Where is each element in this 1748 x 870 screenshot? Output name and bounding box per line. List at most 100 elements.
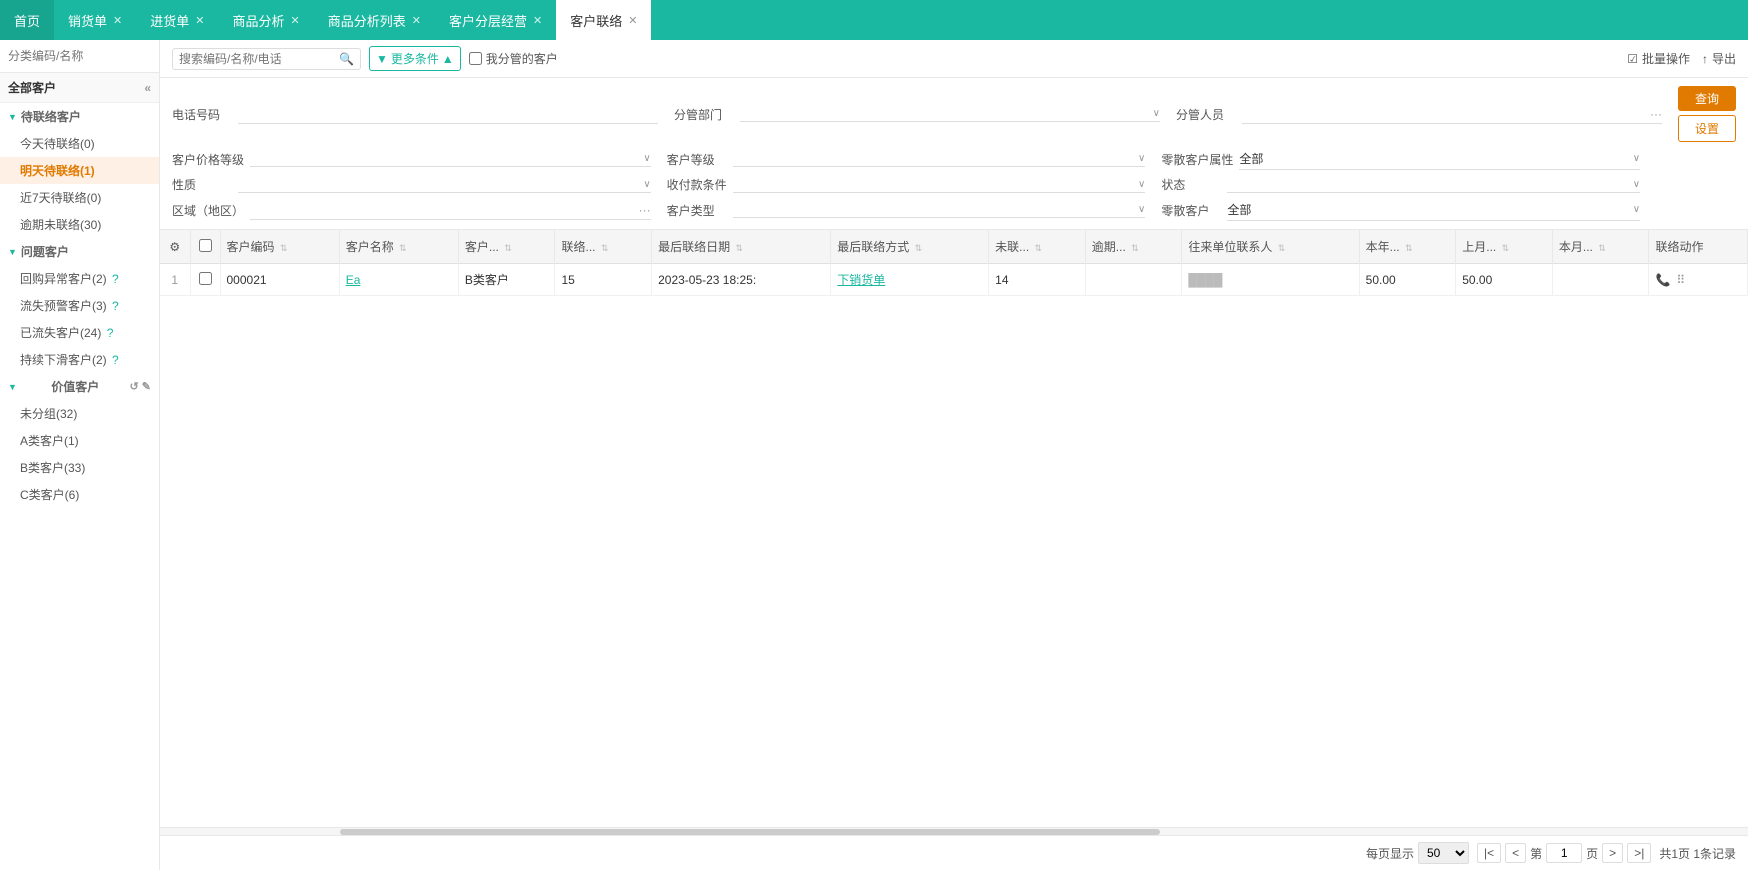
nav-sales-order[interactable]: 销货单 ✕ [54,0,136,40]
col-contact[interactable]: 联络... ⇅ [555,230,652,264]
filter-row-3: 性质 ∨ 收付款条件 ∨ 状态 [172,176,1736,193]
col-checkbox[interactable] [190,230,220,264]
sidebar-search-input[interactable] [8,49,160,63]
group-value-customers[interactable]: 价值客户 ↺ ✎ [0,373,159,400]
customer-level-select[interactable]: ∨ [733,151,1146,167]
status-select[interactable]: ∨ [1227,177,1640,193]
first-page-button[interactable]: |< [1477,843,1501,863]
retail-customer-label: 零散客户 [1161,202,1221,219]
cell-no-contact: 14 [989,264,1086,296]
group-problem-customers[interactable]: 问题客户 [0,238,159,265]
horizontal-scrollbar[interactable] [160,827,1748,835]
col-last-month[interactable]: 上月... ⇅ [1456,230,1553,264]
nav-purchase-order[interactable]: 进货单 ✕ [136,0,218,40]
region-select[interactable]: ··· [250,201,651,220]
sidebar-item-ungrouped[interactable]: 未分组(32) [0,400,159,427]
close-product-analysis[interactable]: ✕ [291,14,300,27]
select-all-checkbox[interactable] [199,239,212,252]
more-filter-button[interactable]: ▼ 更多条件 ▲ [369,46,461,71]
my-customers-checkbox-wrap[interactable]: 我分管的客户 [469,50,558,67]
phone-input[interactable] [238,105,658,124]
next-page-button[interactable]: > [1602,843,1623,863]
my-customers-checkbox[interactable] [469,52,482,65]
sort-icon-no-contact: ⇅ [1035,243,1043,253]
manage-dept-select[interactable]: ∨ [740,106,1160,122]
chevron-down-icon-4: ∨ [1633,153,1640,164]
nav-customer-tier[interactable]: 客户分层经营 ✕ [435,0,556,40]
retail-customer-value: 全部 [1227,201,1251,218]
sidebar-item-c-class[interactable]: C类客户(6) [0,481,159,508]
col-name[interactable]: 客户名称 ⇅ [339,230,458,264]
last-page-button[interactable]: >| [1627,843,1651,863]
cell-last-contact-way[interactable]: 下销货单 [831,264,989,296]
close-customer-tier[interactable]: ✕ [533,14,542,27]
nav-product-analysis-list[interactable]: 商品分析列表 ✕ [314,0,435,40]
export-button[interactable]: ↑ 导出 [1702,50,1736,67]
sidebar-item-lost[interactable]: 已流失客户(24) ? [0,319,159,346]
action-more-icon[interactable]: ⠿ [1676,273,1685,287]
retail-attr-value: 全部 [1239,150,1263,167]
sidebar-item-a-class[interactable]: A类客户(1) [0,427,159,454]
help-icon-repurchase: ? [112,272,119,286]
cell-name[interactable]: Ea [339,264,458,296]
close-product-analysis-list[interactable]: ✕ [412,14,421,27]
sidebar-item-overdue[interactable]: 逾期未联络(30) [0,211,159,238]
query-button[interactable]: 查询 [1678,86,1736,111]
col-last-contact-date[interactable]: 最后联络日期 ⇅ [652,230,831,264]
nav-product-analysis[interactable]: 商品分析 ✕ [218,0,313,40]
retail-attr-label: 零散客户属性 [1161,151,1233,168]
table-row: 1 000021 Ea B类客户 [160,264,1748,296]
scrollbar-thumb[interactable] [340,829,1160,835]
filter-nature: 性质 ∨ [172,176,651,193]
close-customer-contact[interactable]: ✕ [628,14,637,27]
batch-op-button[interactable]: ☑ 批量操作 [1627,50,1690,67]
search-input[interactable] [179,52,339,66]
sidebar-item-week[interactable]: 近7天待联络(0) [0,184,159,211]
gear-icon[interactable]: ⚙ [169,240,180,254]
col-overdue[interactable]: 逾期... ⇅ [1085,230,1182,264]
group-pending-contact[interactable]: 待联络客户 [0,103,159,130]
col-this-year[interactable]: 本年... ⇅ [1359,230,1456,264]
row-checkbox[interactable] [199,272,212,285]
all-customers-header[interactable]: 全部客户 « [0,73,159,103]
help-icon-continuous: ? [112,353,119,367]
sidebar-item-repurchase-abnormal[interactable]: 回购异常客户(2) ? [0,265,159,292]
cell-last-contact-date: 2023-05-23 18:25: [652,264,831,296]
nav-customer-contact[interactable]: 客户联络 ✕ [556,0,651,40]
sidebar-item-b-class[interactable]: B类客户(33) [0,454,159,481]
nav-home[interactable]: 首页 [0,0,54,40]
prev-page-button[interactable]: < [1505,843,1526,863]
page-input[interactable] [1546,843,1582,863]
per-page-dropdown[interactable]: 50 100 200 [1418,842,1469,864]
customer-type-select[interactable]: ∨ [733,202,1146,218]
retail-customer-select[interactable]: 全部 ∨ [1227,199,1640,221]
sidebar-item-continuous-down[interactable]: 持续下滑客户(2) ? [0,346,159,373]
reset-button[interactable]: 设置 [1678,115,1736,142]
customer-name-link[interactable]: Ea [346,273,361,287]
close-purchase-order[interactable]: ✕ [195,14,204,27]
contact-way-link[interactable]: 下销货单 [837,273,885,287]
col-prev-contact[interactable]: 往来单位联系人 ⇅ [1182,230,1359,264]
sidebar-item-today[interactable]: 今天待联络(0) [0,130,159,157]
nature-select[interactable]: ∨ [238,177,651,193]
sidebar-item-lost-risk[interactable]: 流失预警客户(3) ? [0,292,159,319]
phone-label: 电话号码 [172,106,232,123]
col-this-month[interactable]: 本月... ⇅ [1552,230,1649,264]
collapse-icon[interactable]: « [144,81,151,95]
close-sales-order[interactable]: ✕ [113,14,122,27]
search-button[interactable]: 🔍 [339,52,354,66]
action-phone-icon[interactable]: 📞 [1655,273,1670,287]
search-wrap: 🔍 [172,48,361,70]
col-last-contact-way[interactable]: 最后联络方式 ⇅ [831,230,989,264]
manage-person-select[interactable]: ··· [1242,105,1662,124]
cell-checkbox[interactable] [190,264,220,296]
col-type[interactable]: 客户... ⇅ [458,230,555,264]
col-gear[interactable]: ⚙ [160,230,190,264]
sidebar-item-tomorrow[interactable]: 明天待联络(1) [0,157,159,184]
col-code[interactable]: 客户编码 ⇅ [220,230,339,264]
payment-terms-select[interactable]: ∨ [733,177,1146,193]
retail-attr-select[interactable]: 全部 ∨ [1239,148,1640,170]
cell-index: 1 [160,264,190,296]
price-level-select[interactable]: ∨ [250,151,651,167]
col-no-contact[interactable]: 未联... ⇅ [989,230,1086,264]
